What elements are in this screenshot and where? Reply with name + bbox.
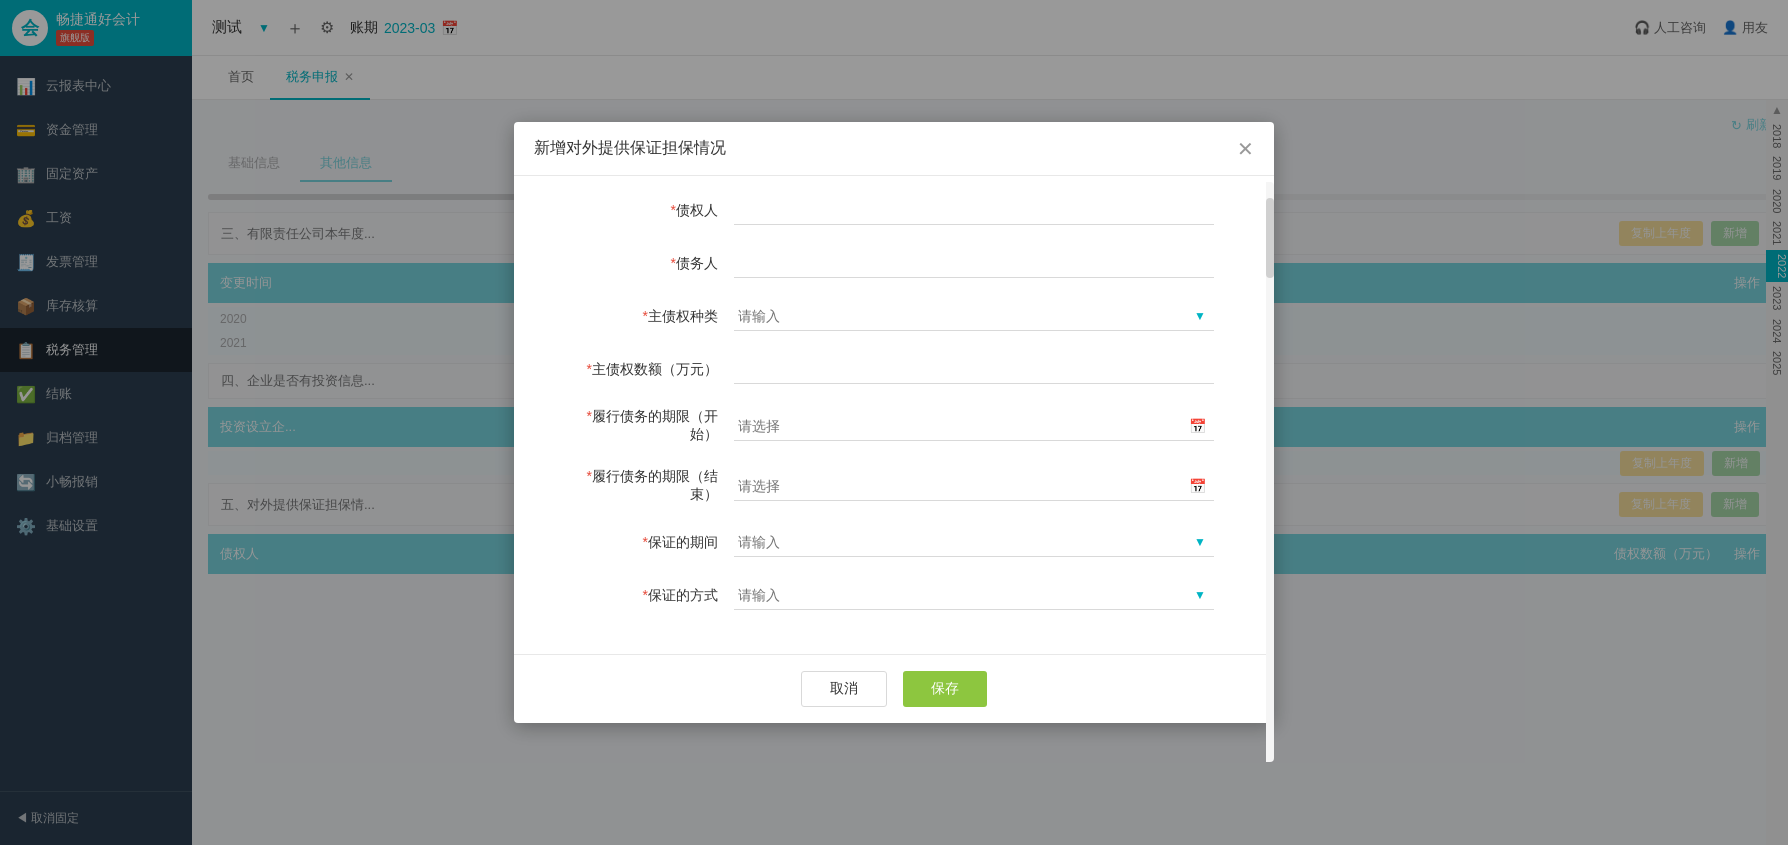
- dialog-title: 新增对外提供保证担保情况: [534, 138, 726, 159]
- field-guarantee-period: *保证的期间 ▼: [574, 528, 1214, 557]
- date-duty-start-input[interactable]: [734, 412, 1181, 440]
- label-debtor: *债务人: [574, 255, 734, 273]
- label-debt-amount: *主债权数额（万元）: [574, 361, 734, 379]
- dialog-body: *债权人 *债务人 *主债权种类 ▼ *主债权数额（万元）: [514, 176, 1274, 654]
- field-duty-start: *履行债务的期限（开始） 📅: [574, 408, 1214, 444]
- calendar-icon-duty-start[interactable]: 📅: [1181, 418, 1214, 434]
- dialog-scrollbar-track[interactable]: [1266, 182, 1274, 762]
- label-duty-end: *履行债务的期限（结束）: [574, 468, 734, 504]
- select-guarantee-period-wrapper[interactable]: ▼: [734, 528, 1214, 557]
- input-debt-amount[interactable]: [734, 355, 1214, 384]
- field-debt-amount: *主债权数额（万元）: [574, 355, 1214, 384]
- chevron-down-icon-debt-type: ▼: [1186, 309, 1214, 323]
- dialog-close-button[interactable]: ✕: [1237, 139, 1254, 159]
- label-creditor: *债权人: [574, 202, 734, 220]
- select-debt-type-input[interactable]: [734, 302, 1186, 330]
- label-duty-start: *履行债务的期限（开始）: [574, 408, 734, 444]
- date-duty-end-wrapper[interactable]: 📅: [734, 472, 1214, 501]
- cancel-button[interactable]: 取消: [801, 671, 887, 707]
- input-creditor[interactable]: [734, 196, 1214, 225]
- date-duty-end-input[interactable]: [734, 472, 1181, 500]
- dialog-footer: 取消 保存: [514, 654, 1274, 723]
- select-debt-type-wrapper[interactable]: ▼: [734, 302, 1214, 331]
- field-debt-type: *主债权种类 ▼: [574, 302, 1214, 331]
- select-guarantee-method-wrapper[interactable]: ▼: [734, 581, 1214, 610]
- chevron-down-icon-guarantee-period: ▼: [1186, 535, 1214, 549]
- dialog-overlay: 新增对外提供保证担保情况 ✕ *债权人 *债务人 *主债权种类: [0, 0, 1788, 845]
- dialog: 新增对外提供保证担保情况 ✕ *债权人 *债务人 *主债权种类: [514, 122, 1274, 723]
- select-guarantee-period-input[interactable]: [734, 528, 1186, 556]
- field-debtor: *债务人: [574, 249, 1214, 278]
- field-creditor: *债权人: [574, 196, 1214, 225]
- dialog-scrollbar-thumb: [1266, 198, 1274, 278]
- save-button[interactable]: 保存: [903, 671, 987, 707]
- field-duty-end: *履行债务的期限（结束） 📅: [574, 468, 1214, 504]
- calendar-icon-duty-end[interactable]: 📅: [1181, 478, 1214, 494]
- dialog-header: 新增对外提供保证担保情况 ✕: [514, 122, 1274, 176]
- label-guarantee-period: *保证的期间: [574, 534, 734, 552]
- input-debtor[interactable]: [734, 249, 1214, 278]
- chevron-down-icon-guarantee-method: ▼: [1186, 588, 1214, 602]
- select-guarantee-method-input[interactable]: [734, 581, 1186, 609]
- date-duty-start-wrapper[interactable]: 📅: [734, 412, 1214, 441]
- label-debt-type: *主债权种类: [574, 308, 734, 326]
- field-guarantee-method: *保证的方式 ▼: [574, 581, 1214, 610]
- label-guarantee-method: *保证的方式: [574, 587, 734, 605]
